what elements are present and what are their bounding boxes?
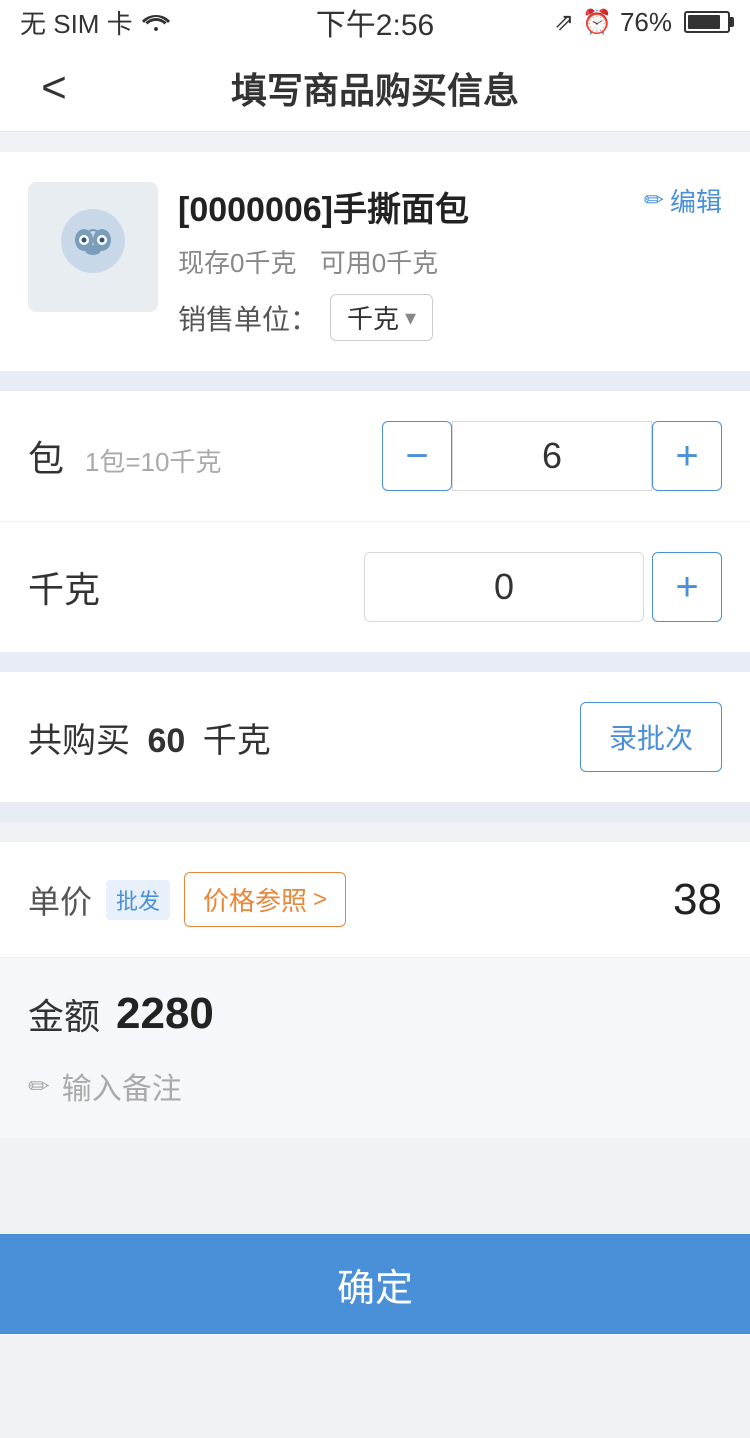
total-prefix: 共购买 — [28, 722, 130, 760]
product-stock: 现存0千克 可用0千克 — [178, 243, 722, 280]
total-amount: 60 — [147, 722, 185, 760]
product-unit-row: 销售单位： 千克 ▾ — [178, 294, 722, 341]
bao-sublabel: 1包=10千克 — [85, 447, 222, 477]
kg-quantity-row: 千克 + — [0, 522, 750, 652]
total-text: 共购买 60 千克 — [28, 713, 271, 762]
unit-label: 销售单位： — [178, 298, 318, 338]
price-left: 单价 批发 价格参照 > — [28, 872, 346, 927]
bao-controls: − + — [382, 421, 722, 491]
amount-value: 2280 — [116, 989, 214, 1039]
quantity-section: 包 1包=10千克 − + 千克 + — [0, 391, 750, 652]
note-placeholder: 输入备注 — [62, 1064, 182, 1108]
batch-button[interactable]: 录批次 — [580, 702, 722, 772]
battery-icon — [684, 11, 730, 33]
total-unit: 千克 — [203, 722, 271, 760]
product-card: [0000006]手撕面包 现存0千克 可用0千克 销售单位： 千克 ▾ ✏ 编… — [0, 152, 750, 371]
amount-section: 金额 2280 ✏ 输入备注 — [0, 957, 750, 1138]
section-divider-3 — [0, 802, 750, 822]
bao-decrement-button[interactable]: − — [382, 421, 452, 491]
kg-controls: + — [364, 552, 722, 622]
nav-title: 填写商品购买信息 — [231, 62, 519, 114]
section-divider-2 — [0, 652, 750, 672]
kg-label: 千克 — [28, 569, 100, 610]
available-text: 可用0千克 — [320, 248, 438, 278]
bao-increment-button[interactable]: + — [652, 421, 722, 491]
bao-label-group: 包 1包=10千克 — [28, 430, 221, 482]
product-name: [0000006]手撕面包 — [178, 182, 722, 231]
batch-tag: 批发 — [106, 880, 170, 920]
note-row[interactable]: ✏ 输入备注 — [28, 1064, 722, 1108]
amount-label: 金额 — [28, 988, 100, 1040]
nav-bar: < 填写商品购买信息 — [0, 44, 750, 132]
edit-icon: ✏ — [644, 186, 664, 215]
product-info: [0000006]手撕面包 现存0千克 可用0千克 销售单位： 千克 ▾ — [178, 182, 722, 341]
back-button[interactable]: < — [24, 58, 84, 118]
price-ref-label: 价格参照 — [203, 881, 307, 918]
chevron-down-icon: ▾ — [405, 305, 416, 331]
status-bar: 无 SIM 卡 下午2:56 ⇗ ⏰ 76% — [0, 0, 750, 44]
pencil-icon: ✏ — [28, 1071, 50, 1102]
price-ref-chevron: > — [313, 886, 327, 914]
product-image — [28, 182, 158, 312]
confirm-button[interactable]: 确定 — [0, 1234, 750, 1334]
price-value: 38 — [673, 875, 722, 925]
alarm-icon: ⏰ — [582, 8, 612, 37]
bao-input[interactable] — [452, 421, 652, 491]
price-label: 单价 — [28, 877, 92, 923]
bao-quantity-row: 包 1包=10千克 − + — [0, 391, 750, 522]
kg-input[interactable] — [364, 552, 644, 622]
carrier-label: 无 SIM 卡 — [20, 4, 133, 41]
amount-row: 金额 2280 — [28, 988, 722, 1040]
stock-text: 现存0千克 — [178, 248, 296, 278]
status-time: 下午2:56 — [316, 0, 434, 44]
price-section: 单价 批发 价格参照 > 38 — [0, 842, 750, 957]
kg-increment-button[interactable]: + — [652, 552, 722, 622]
gps-icon: ⇗ — [554, 8, 574, 37]
status-right: ⇗ ⏰ 76% — [554, 7, 730, 38]
status-left: 无 SIM 卡 — [20, 4, 171, 41]
total-section: 共购买 60 千克 录批次 — [0, 672, 750, 802]
unit-value: 千克 — [347, 299, 399, 336]
section-divider-1 — [0, 371, 750, 391]
battery-text: 76% — [620, 7, 672, 38]
price-ref-button[interactable]: 价格参照 > — [184, 872, 346, 927]
unit-selector[interactable]: 千克 ▾ — [330, 294, 433, 341]
edit-button[interactable]: ✏ 编辑 — [644, 182, 722, 219]
product-thumbnail-icon — [58, 206, 128, 288]
wifi-icon — [141, 7, 171, 38]
edit-label: 编辑 — [670, 182, 722, 219]
bao-label: 包 — [28, 438, 64, 479]
kg-label-group: 千克 — [28, 561, 100, 613]
